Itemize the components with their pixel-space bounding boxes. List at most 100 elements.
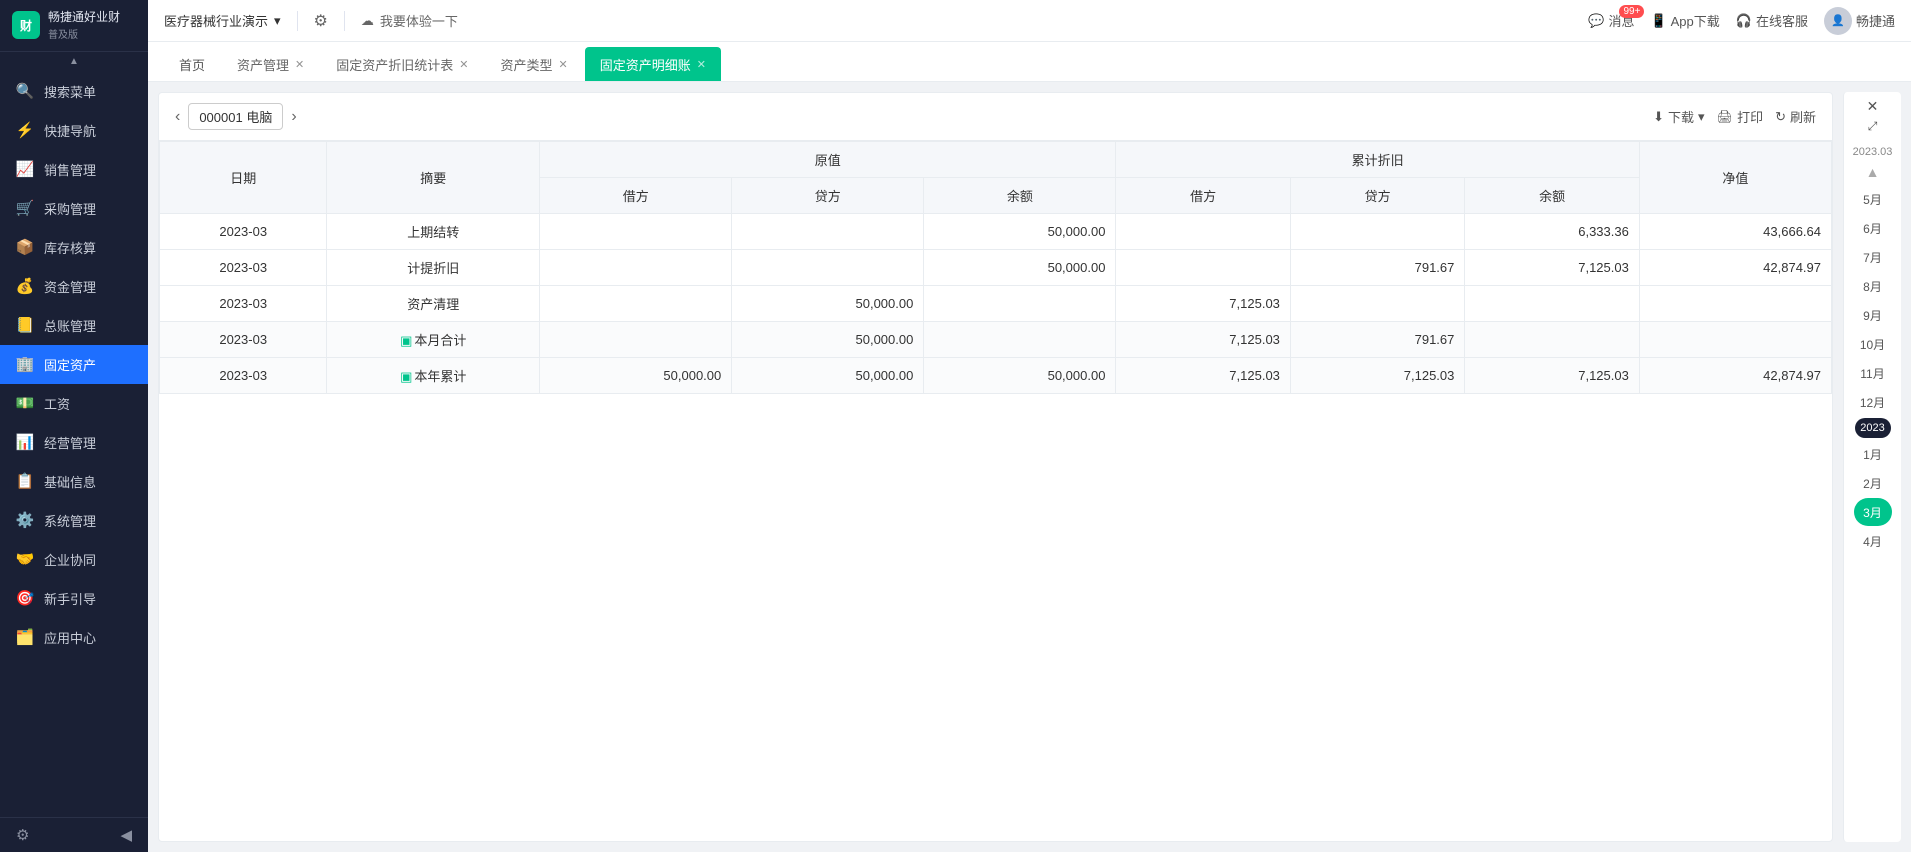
basics-icon: 📋 — [16, 472, 34, 490]
sales-icon: 📈 — [16, 160, 34, 178]
tab-fixed-detail[interactable]: 固定资产明细账✕ — [585, 47, 721, 81]
cell-orig-credit: 50,000.00 — [732, 322, 924, 358]
cell-orig-debit — [540, 322, 732, 358]
sidebar-item-search[interactable]: 🔍搜索菜单 — [0, 72, 148, 111]
cell-acc-balance: 7,125.03 — [1465, 250, 1639, 286]
finance-icon: 💰 — [16, 277, 34, 295]
timeline-month[interactable]: 2月 — [1854, 469, 1892, 497]
cell-orig-balance: 50,000.00 — [924, 358, 1116, 394]
cell-acc-credit — [1290, 286, 1464, 322]
th-acc-balance: 余额 — [1465, 178, 1639, 214]
tab-close-icon[interactable]: ✕ — [459, 58, 468, 71]
summary-icon: ▣ — [400, 369, 412, 384]
cell-orig-balance — [924, 322, 1116, 358]
sidebar-item-operations[interactable]: 📊经营管理 — [0, 423, 148, 462]
sidebar-item-system[interactable]: ⚙️系统管理 — [0, 501, 148, 540]
general-ledger-icon: 📒 — [16, 316, 34, 334]
th-date: 日期 — [160, 142, 327, 214]
cell-acc-balance: 6,333.36 — [1465, 214, 1639, 250]
experience-btn[interactable]: ☁ 我要体验一下 — [361, 11, 458, 30]
download-btn[interactable]: ⬇ 下载 ▾ — [1653, 107, 1704, 126]
panel-header: ‹ 000001 电脑 › ⬇ 下载 ▾ 🖨 打印 ↻ — [159, 93, 1832, 141]
timeline-month[interactable]: 4月 — [1854, 527, 1892, 555]
cell-summary: 计提折旧 — [327, 250, 540, 286]
timeline-year-badge[interactable]: 2023 — [1855, 418, 1891, 438]
tab-fixed-depreciation[interactable]: 固定资产折旧统计表✕ — [321, 47, 483, 81]
prev-asset-btn[interactable]: ‹ — [175, 108, 180, 126]
cell-acc-debit — [1116, 214, 1290, 250]
company-selector[interactable]: 医疗器械行业演示 ▾ — [164, 11, 281, 30]
timeline-month[interactable]: 8月 — [1854, 272, 1892, 300]
download-chevron-icon: ▾ — [1698, 109, 1705, 125]
sidebar-bottom: ⚙ ◀ — [0, 817, 148, 852]
th-orig-debit: 借方 — [540, 178, 732, 214]
operations-icon: 📊 — [16, 433, 34, 451]
timeline-month[interactable]: 3月 — [1854, 498, 1892, 526]
sidebar-item-fixed-assets[interactable]: 🏢 固定资产 — [0, 345, 148, 384]
settings-icon[interactable]: ⚙ — [16, 826, 29, 844]
sidebar-scroll-up[interactable]: ▲ — [0, 52, 148, 72]
asset-tag[interactable]: 000001 电脑 — [188, 103, 283, 130]
timeline-month[interactable]: 5月 — [1854, 185, 1892, 213]
topbar-settings-icon[interactable]: ⚙ — [314, 11, 328, 31]
timeline-month[interactable]: 7月 — [1854, 243, 1892, 271]
sidebar-item-label: 应用中心 — [44, 628, 96, 647]
fixed-assets-icon: 🏢 — [16, 355, 34, 373]
cell-summary: ▣本年累计 — [327, 358, 540, 394]
sidebar-item-purchase[interactable]: 🛒采购管理 — [0, 189, 148, 228]
sidebar-item-basics[interactable]: 📋 基础信息 — [0, 462, 148, 501]
sidebar-item-label: 固定资产 — [44, 355, 96, 374]
sidebar-item-label: 企业协同 — [44, 550, 96, 569]
inventory-icon: 📦 — [16, 238, 34, 256]
timeline-month[interactable]: 6月 — [1854, 214, 1892, 242]
app-download-btn[interactable]: 📱 App下载 — [1650, 11, 1719, 30]
system-icon: ⚙️ — [16, 511, 34, 529]
sidebar-item-label: 基础信息 — [44, 472, 96, 491]
content-area: ‹ 000001 电脑 › ⬇ 下载 ▾ 🖨 打印 ↻ — [148, 82, 1911, 852]
sidebar-item-sales[interactable]: 📈销售管理 — [0, 150, 148, 189]
timeline-month[interactable]: 1月 — [1854, 440, 1892, 468]
main-panel: ‹ 000001 电脑 › ⬇ 下载 ▾ 🖨 打印 ↻ — [158, 92, 1833, 842]
timeline-month[interactable]: 11月 — [1854, 359, 1892, 387]
tab-asset-mgmt[interactable]: 资产管理✕ — [222, 47, 319, 81]
sidebar-item-label: 新手引导 — [44, 589, 96, 608]
messages-btn[interactable]: 💬 消息 99+ — [1588, 11, 1634, 30]
sidebar-item-quick-nav[interactable]: ⚡快捷导航 — [0, 111, 148, 150]
download-icon: ⬇ — [1653, 109, 1664, 125]
sidebar-item-guide[interactable]: 🎯新手引导 — [0, 579, 148, 618]
cell-summary: 上期结转 — [327, 214, 540, 250]
cell-orig-balance: 50,000.00 — [924, 250, 1116, 286]
sidebar-item-apps[interactable]: 🗂️应用中心 — [0, 618, 148, 657]
collapse-icon[interactable]: ◀ — [120, 826, 132, 844]
online-service-btn[interactable]: 🎧 在线客服 — [1736, 11, 1808, 30]
tab-close-icon[interactable]: ✕ — [559, 58, 568, 71]
timeline-month[interactable]: 12月 — [1854, 388, 1892, 416]
service-icon: 🎧 — [1736, 13, 1752, 29]
sidebar-item-payroll[interactable]: 💵工资 — [0, 384, 148, 423]
tabs-bar: 首页资产管理✕固定资产折旧统计表✕资产类型✕固定资产明细账✕ — [148, 42, 1911, 82]
sidebar-item-inventory[interactable]: 📦库存核算 — [0, 228, 148, 267]
timeline-expand-btn[interactable]: ⤢ — [1868, 119, 1878, 134]
timeline-month[interactable]: 9月 — [1854, 301, 1892, 329]
enterprise-icon: 🤝 — [16, 550, 34, 568]
cell-acc-credit: 7,125.03 — [1290, 358, 1464, 394]
tab-asset-type[interactable]: 资产类型 ✕ — [485, 47, 582, 81]
sidebar-header: 财 畅捷通好业财 普及版 — [0, 0, 148, 52]
sidebar-item-finance[interactable]: 💰资金管理 — [0, 267, 148, 306]
timeline-close-btn[interactable]: ✕ — [1867, 98, 1879, 115]
tab-close-icon[interactable]: ✕ — [295, 58, 304, 71]
timeline-up-arrow[interactable]: ▲ — [1866, 164, 1880, 180]
tab-home[interactable]: 首页 — [164, 47, 220, 81]
timeline-month[interactable]: 10月 — [1854, 330, 1892, 358]
tab-label: 资产类型 — [500, 55, 552, 74]
tab-close-icon[interactable]: ✕ — [697, 58, 706, 71]
th-orig-balance: 余额 — [924, 178, 1116, 214]
user-avatar-area[interactable]: 👤 畅捷通 — [1824, 7, 1895, 35]
refresh-btn[interactable]: ↻ 刷新 — [1775, 107, 1816, 126]
cloud-icon: ☁ — [361, 13, 374, 29]
print-btn[interactable]: 🖨 打印 — [1717, 107, 1764, 126]
cell-summary: ▣本月合计 — [327, 322, 540, 358]
next-asset-btn[interactable]: › — [291, 108, 296, 126]
sidebar-item-enterprise[interactable]: 🤝 企业协同 — [0, 540, 148, 579]
sidebar-item-general-ledger[interactable]: 📒总账管理 — [0, 306, 148, 345]
